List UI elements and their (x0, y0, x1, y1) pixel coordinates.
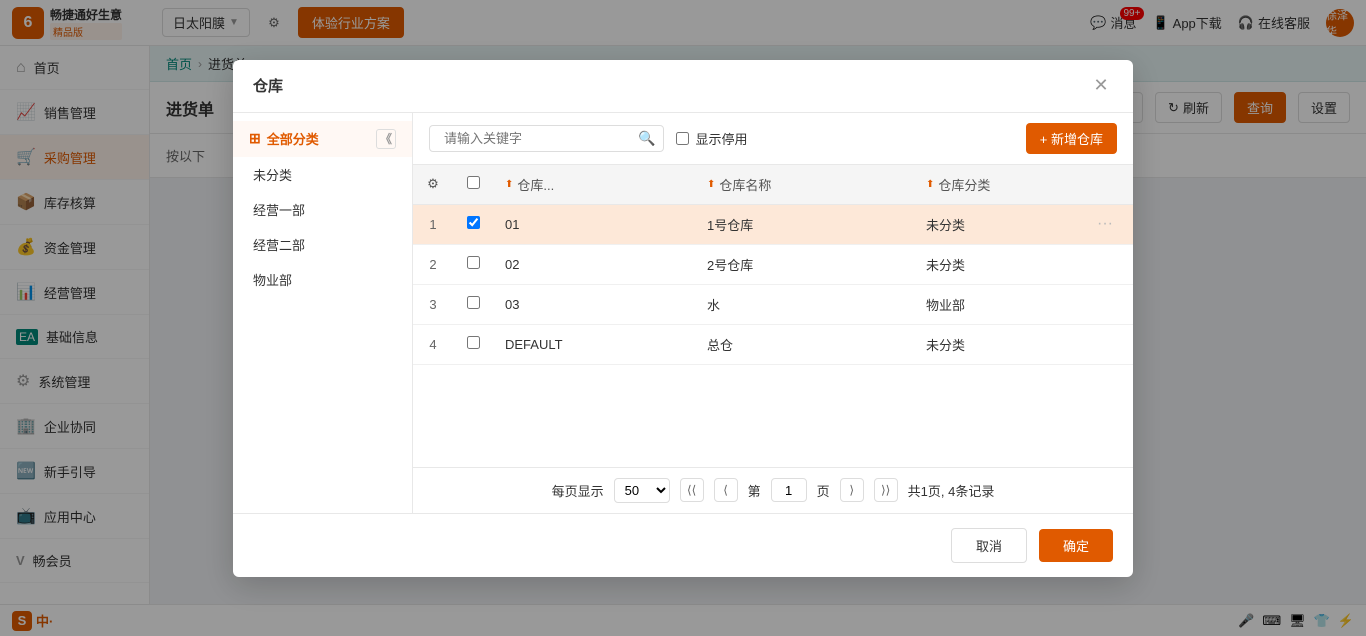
row-name: 总仓 (695, 324, 914, 364)
warehouse-table-wrap: ⚙ ⬆ 仓库... (413, 165, 1133, 467)
first-page-button[interactable]: ⟨⟨ (680, 478, 704, 502)
sort-code-icon: ⬆ (505, 179, 513, 190)
row-checkbox[interactable] (467, 336, 480, 349)
th-category: ⬆ 仓库分类 (914, 165, 1133, 205)
per-page-select[interactable]: 50 100 200 (614, 478, 670, 503)
search-input[interactable] (438, 126, 638, 151)
select-all-checkbox[interactable] (467, 176, 480, 189)
category-sidebar: ⊞ 全部分类 《 未分类 经营一部 经营二部 物业部 (233, 113, 413, 513)
table-header: ⚙ ⬆ 仓库... (413, 165, 1133, 205)
modal-body: ⊞ 全部分类 《 未分类 经营一部 经营二部 物业部 (233, 113, 1133, 513)
row-checkbox[interactable] (467, 296, 480, 309)
row-checkbox-cell[interactable] (453, 244, 493, 284)
category-uncat[interactable]: 未分类 (233, 157, 412, 192)
prev-page-button[interactable]: ⟨ (714, 478, 738, 502)
show-disabled-label[interactable]: 显示停用 (676, 129, 747, 148)
row-category: 未分类 (914, 244, 1133, 284)
row-code: DEFAULT (493, 324, 695, 364)
row-code: 01 (493, 204, 695, 244)
row-num: 3 (413, 284, 453, 324)
more-button[interactable]: ··· (1097, 215, 1113, 233)
row-category: 未分类 (914, 324, 1133, 364)
th-settings: ⚙ (413, 165, 453, 205)
th-checkbox (453, 165, 493, 205)
table-body: 1 01 1号仓库 未分类 ··· 2 02 2号仓库 未分类 3 03 (413, 204, 1133, 364)
category-collapse-button[interactable]: 《 (376, 129, 396, 149)
row-num: 2 (413, 244, 453, 284)
add-warehouse-button[interactable]: + 新增仓库 (1026, 123, 1117, 154)
warehouse-table: ⚙ ⬆ 仓库... (413, 165, 1133, 365)
last-page-button[interactable]: ⟩⟩ (874, 478, 898, 502)
row-name: 2号仓库 (695, 244, 914, 284)
warehouse-modal: 仓库 ✕ ⊞ 全部分类 《 未分类 经营一部 经营二部 (233, 60, 1133, 577)
sort-cat-icon: ⬆ (926, 179, 934, 190)
category-ops2[interactable]: 经营二部 (233, 227, 412, 262)
category-property[interactable]: 物业部 (233, 262, 412, 297)
table-row[interactable]: 1 01 1号仓库 未分类 ··· (413, 204, 1133, 244)
sort-name-icon: ⬆ (707, 179, 715, 190)
row-checkbox-cell[interactable] (453, 284, 493, 324)
grid-icon: ⊞ (249, 130, 261, 147)
show-disabled-checkbox[interactable] (676, 132, 689, 145)
row-checkbox[interactable] (467, 256, 480, 269)
th-code: ⬆ 仓库... (493, 165, 695, 205)
row-checkbox-cell[interactable] (453, 204, 493, 244)
row-num: 4 (413, 324, 453, 364)
row-category: 物业部 (914, 284, 1133, 324)
modal-header: 仓库 ✕ (233, 60, 1133, 113)
category-ops1[interactable]: 经营一部 (233, 192, 412, 227)
row-name: 1号仓库 (695, 204, 914, 244)
modal-search-bar: 🔍 显示停用 + 新增仓库 (413, 113, 1133, 165)
row-name: 水 (695, 284, 914, 324)
cancel-button[interactable]: 取消 (951, 528, 1027, 563)
row-num: 1 (413, 204, 453, 244)
modal-actions: 取消 确定 (233, 513, 1133, 577)
search-input-wrap: 🔍 (429, 125, 664, 152)
th-name: ⬆ 仓库名称 (695, 165, 914, 205)
row-checkbox[interactable] (467, 216, 480, 229)
page-number-input[interactable] (771, 478, 807, 502)
pagination: 每页显示 50 100 200 ⟨⟨ ⟨ 第 页 ⟩ ⟩⟩ 共1页, 4条记录 (413, 467, 1133, 513)
category-all-header[interactable]: ⊞ 全部分类 《 (233, 121, 412, 157)
table-row[interactable]: 4 DEFAULT 总仓 未分类 (413, 324, 1133, 364)
table-row[interactable]: 2 02 2号仓库 未分类 (413, 244, 1133, 284)
modal-close-button[interactable]: ✕ (1089, 74, 1113, 98)
row-category: 未分类 ··· (914, 204, 1133, 244)
row-code: 03 (493, 284, 695, 324)
modal-title: 仓库 (253, 75, 283, 96)
row-code: 02 (493, 244, 695, 284)
confirm-button[interactable]: 确定 (1039, 529, 1113, 562)
next-page-button[interactable]: ⟩ (840, 478, 864, 502)
table-row[interactable]: 3 03 水 物业部 (413, 284, 1133, 324)
modal-main: 🔍 显示停用 + 新增仓库 ⚙ (413, 113, 1133, 513)
search-icon[interactable]: 🔍 (638, 130, 655, 147)
row-checkbox-cell[interactable] (453, 324, 493, 364)
modal-overlay[interactable]: 仓库 ✕ ⊞ 全部分类 《 未分类 经营一部 经营二部 (0, 0, 1366, 636)
